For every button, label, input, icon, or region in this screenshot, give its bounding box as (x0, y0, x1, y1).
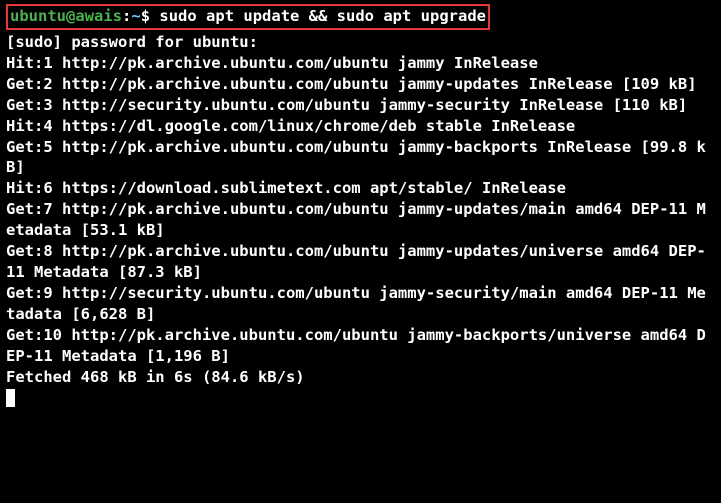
output-line: Fetched 468 kB in 6s (84.6 kB/s) (6, 367, 715, 388)
prompt-host: awais (75, 7, 122, 25)
cursor (6, 389, 15, 407)
output-line: Get:8 http://pk.archive.ubuntu.com/ubunt… (6, 241, 715, 283)
output-line: [sudo] password for ubuntu: (6, 32, 715, 53)
command-text: sudo apt update && sudo apt upgrade (159, 7, 486, 25)
output-line: Get:2 http://pk.archive.ubuntu.com/ubunt… (6, 74, 715, 95)
output-line: Hit:6 https://download.sublimetext.com a… (6, 178, 715, 199)
prompt-colon: : (122, 7, 131, 25)
prompt-path: ~ (131, 7, 140, 25)
prompt-at: @ (66, 7, 75, 25)
prompt-user: ubuntu (10, 7, 66, 25)
terminal[interactable]: ubuntu@awais:~$ sudo apt update && sudo … (6, 4, 715, 409)
output-line: Get:5 http://pk.archive.ubuntu.com/ubunt… (6, 137, 715, 179)
output-line: Get:3 http://security.ubuntu.com/ubuntu … (6, 95, 715, 116)
output-line: Get:7 http://pk.archive.ubuntu.com/ubunt… (6, 199, 715, 241)
prompt-line: ubuntu@awais:~$ sudo apt update && sudo … (6, 4, 490, 30)
output-line: Hit:4 https://dl.google.com/linux/chrome… (6, 116, 715, 137)
prompt-dollar: $ (141, 7, 160, 25)
output-line: Get:9 http://security.ubuntu.com/ubuntu … (6, 283, 715, 325)
output-line: Get:10 http://pk.archive.ubuntu.com/ubun… (6, 325, 715, 367)
terminal-output: [sudo] password for ubuntu:Hit:1 http://… (6, 32, 715, 388)
output-line: Hit:1 http://pk.archive.ubuntu.com/ubunt… (6, 53, 715, 74)
